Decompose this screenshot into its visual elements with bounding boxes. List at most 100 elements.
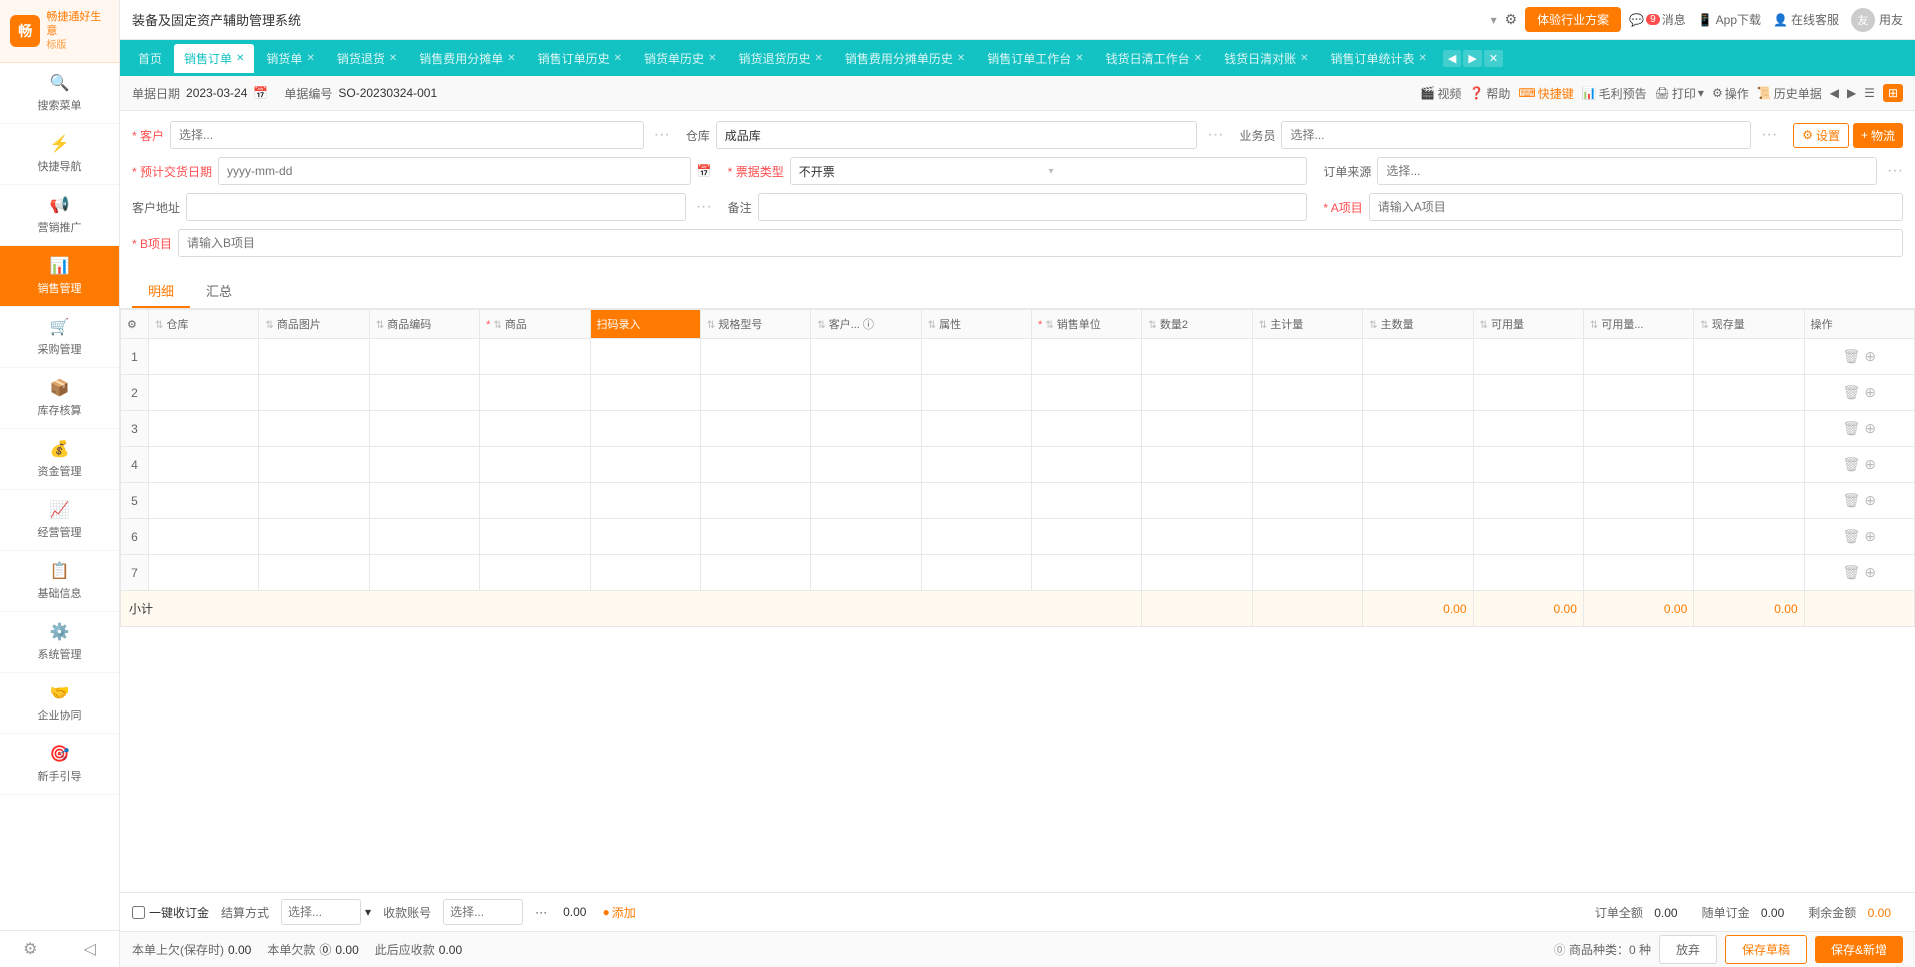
sidebar-item-quick-nav[interactable]: ⚡ 快捷导航: [0, 124, 119, 185]
row2-product[interactable]: [480, 375, 590, 411]
a-project-input[interactable]: [1369, 193, 1903, 221]
row5-cust-code[interactable]: [811, 483, 921, 519]
sidebar-item-marketing[interactable]: 📢 营销推广: [0, 185, 119, 246]
sidebar-collapse-btn[interactable]: ◁: [84, 939, 96, 959]
account-more-btn[interactable]: ···: [535, 905, 547, 919]
row6-main-unit[interactable]: [1252, 519, 1362, 555]
row2-warehouse[interactable]: [149, 375, 259, 411]
one-click-checkbox[interactable]: [132, 906, 145, 919]
tab-close-goods-history[interactable]: ✕: [708, 53, 716, 64]
row6-code[interactable]: [369, 519, 479, 555]
row3-warehouse[interactable]: [149, 411, 259, 447]
row2-copy-btn[interactable]: ⊕: [1864, 384, 1876, 401]
row1-stock[interactable]: [1694, 339, 1804, 375]
row3-available[interactable]: [1473, 411, 1583, 447]
tab-sales-goods[interactable]: 销货单 ✕: [256, 44, 324, 73]
row6-scan[interactable]: [590, 519, 700, 555]
row2-delete-btn[interactable]: 🗑: [1843, 384, 1861, 401]
row7-cust-code[interactable]: [811, 555, 921, 591]
tab-sales-return[interactable]: 销货退货 ✕: [327, 44, 407, 73]
tab-cash-workbench[interactable]: 钱货日清工作台 ✕: [1096, 44, 1212, 73]
row2-cust-code[interactable]: [811, 375, 921, 411]
row3-delete-btn[interactable]: 🗑: [1843, 420, 1861, 437]
row7-main-qty[interactable]: [1363, 555, 1473, 591]
row6-attr[interactable]: [921, 519, 1031, 555]
row5-delete-btn[interactable]: 🗑: [1843, 492, 1861, 509]
tab-return-history[interactable]: 销货退货历史 ✕: [728, 44, 832, 73]
row2-qty2[interactable]: [1142, 375, 1252, 411]
invoice-type-select[interactable]: 不开票 ▾: [790, 157, 1308, 185]
next-record-btn[interactable]: ▶: [1847, 86, 1856, 100]
remark-input[interactable]: [758, 193, 1308, 221]
row5-stock[interactable]: [1694, 483, 1804, 519]
b-project-input[interactable]: [178, 229, 1903, 257]
row5-main-qty[interactable]: [1363, 483, 1473, 519]
row3-unit[interactable]: [1032, 411, 1142, 447]
row2-main-qty[interactable]: [1363, 375, 1473, 411]
tab-close-sales-return[interactable]: ✕: [389, 53, 397, 64]
tab-close-cash-workbench[interactable]: ✕: [1194, 53, 1202, 64]
tab-sales-stats[interactable]: 销售订单统计表 ✕: [1320, 44, 1436, 73]
list-view-btn[interactable]: ☰: [1864, 86, 1875, 100]
row6-available[interactable]: [1473, 519, 1583, 555]
row1-code[interactable]: [369, 339, 479, 375]
row4-attr[interactable]: [921, 447, 1031, 483]
row7-copy-btn[interactable]: ⊕: [1864, 564, 1876, 581]
help-btn[interactable]: ❓ 帮助: [1469, 85, 1510, 102]
row7-stock[interactable]: [1694, 555, 1804, 591]
grid-view-btn[interactable]: ⊞: [1883, 84, 1903, 102]
row2-code[interactable]: [369, 375, 479, 411]
row2-spec[interactable]: [700, 375, 810, 411]
row5-code[interactable]: [369, 483, 479, 519]
row4-available[interactable]: [1473, 447, 1583, 483]
row3-copy-btn[interactable]: ⊕: [1864, 420, 1876, 437]
row4-spec[interactable]: [700, 447, 810, 483]
row7-unit[interactable]: [1032, 555, 1142, 591]
history-btn[interactable]: 📜 历史单据: [1757, 85, 1822, 102]
row1-available[interactable]: [1473, 339, 1583, 375]
row6-copy-btn[interactable]: ⊕: [1864, 528, 1876, 545]
row1-available2[interactable]: [1583, 339, 1693, 375]
row3-cust-code[interactable]: [811, 411, 921, 447]
row4-qty2[interactable]: [1142, 447, 1252, 483]
row6-spec[interactable]: [700, 519, 810, 555]
tab-close-return-history[interactable]: ✕: [814, 53, 822, 64]
row4-unit[interactable]: [1032, 447, 1142, 483]
tab-goods-history[interactable]: 销货单历史 ✕: [634, 44, 726, 73]
settings-gear-btn[interactable]: ⚙: [1505, 11, 1518, 28]
customer-more-btn[interactable]: ···: [654, 126, 670, 144]
notification-btn[interactable]: 💬 9 消息: [1629, 11, 1686, 28]
row3-image[interactable]: [259, 411, 369, 447]
prev-record-btn[interactable]: ◀: [1830, 86, 1839, 100]
tab-close-sales-expense[interactable]: ✕: [507, 53, 515, 64]
address-more-btn[interactable]: ···: [696, 198, 712, 216]
row3-available2[interactable]: [1583, 411, 1693, 447]
warehouse-input[interactable]: [716, 121, 1198, 149]
row7-image[interactable]: [259, 555, 369, 591]
account-select[interactable]: [443, 899, 523, 925]
row4-warehouse[interactable]: [149, 447, 259, 483]
row4-cust-code[interactable]: [811, 447, 921, 483]
dropdown-arrow-icon[interactable]: ▾: [1491, 13, 1497, 27]
sidebar-item-enterprise[interactable]: 🤝 企业协同: [0, 673, 119, 734]
row5-spec[interactable]: [700, 483, 810, 519]
row1-qty2[interactable]: [1142, 339, 1252, 375]
cal2-icon[interactable]: 📅: [697, 164, 712, 178]
nav-prev-btn[interactable]: ◀: [1443, 50, 1461, 67]
row5-scan[interactable]: [590, 483, 700, 519]
row6-product[interactable]: [480, 519, 590, 555]
row2-stock[interactable]: [1694, 375, 1804, 411]
row1-scan[interactable]: [590, 339, 700, 375]
tab-close-cash-reconcile[interactable]: ✕: [1300, 53, 1308, 64]
tab-cash-reconcile[interactable]: 钱货日清对账 ✕: [1214, 44, 1318, 73]
tab-close-workbench[interactable]: ✕: [1075, 53, 1083, 64]
row6-available2[interactable]: [1583, 519, 1693, 555]
row1-attr[interactable]: [921, 339, 1031, 375]
row1-warehouse[interactable]: [149, 339, 259, 375]
sidebar-item-search[interactable]: 🔍 搜索菜单: [0, 63, 119, 124]
row7-main-unit[interactable]: [1252, 555, 1362, 591]
delivery-date-input[interactable]: [218, 157, 691, 185]
row3-product[interactable]: [480, 411, 590, 447]
tab-detail[interactable]: 明细: [132, 275, 190, 308]
save-draft-btn[interactable]: 保存草稿: [1725, 935, 1807, 964]
